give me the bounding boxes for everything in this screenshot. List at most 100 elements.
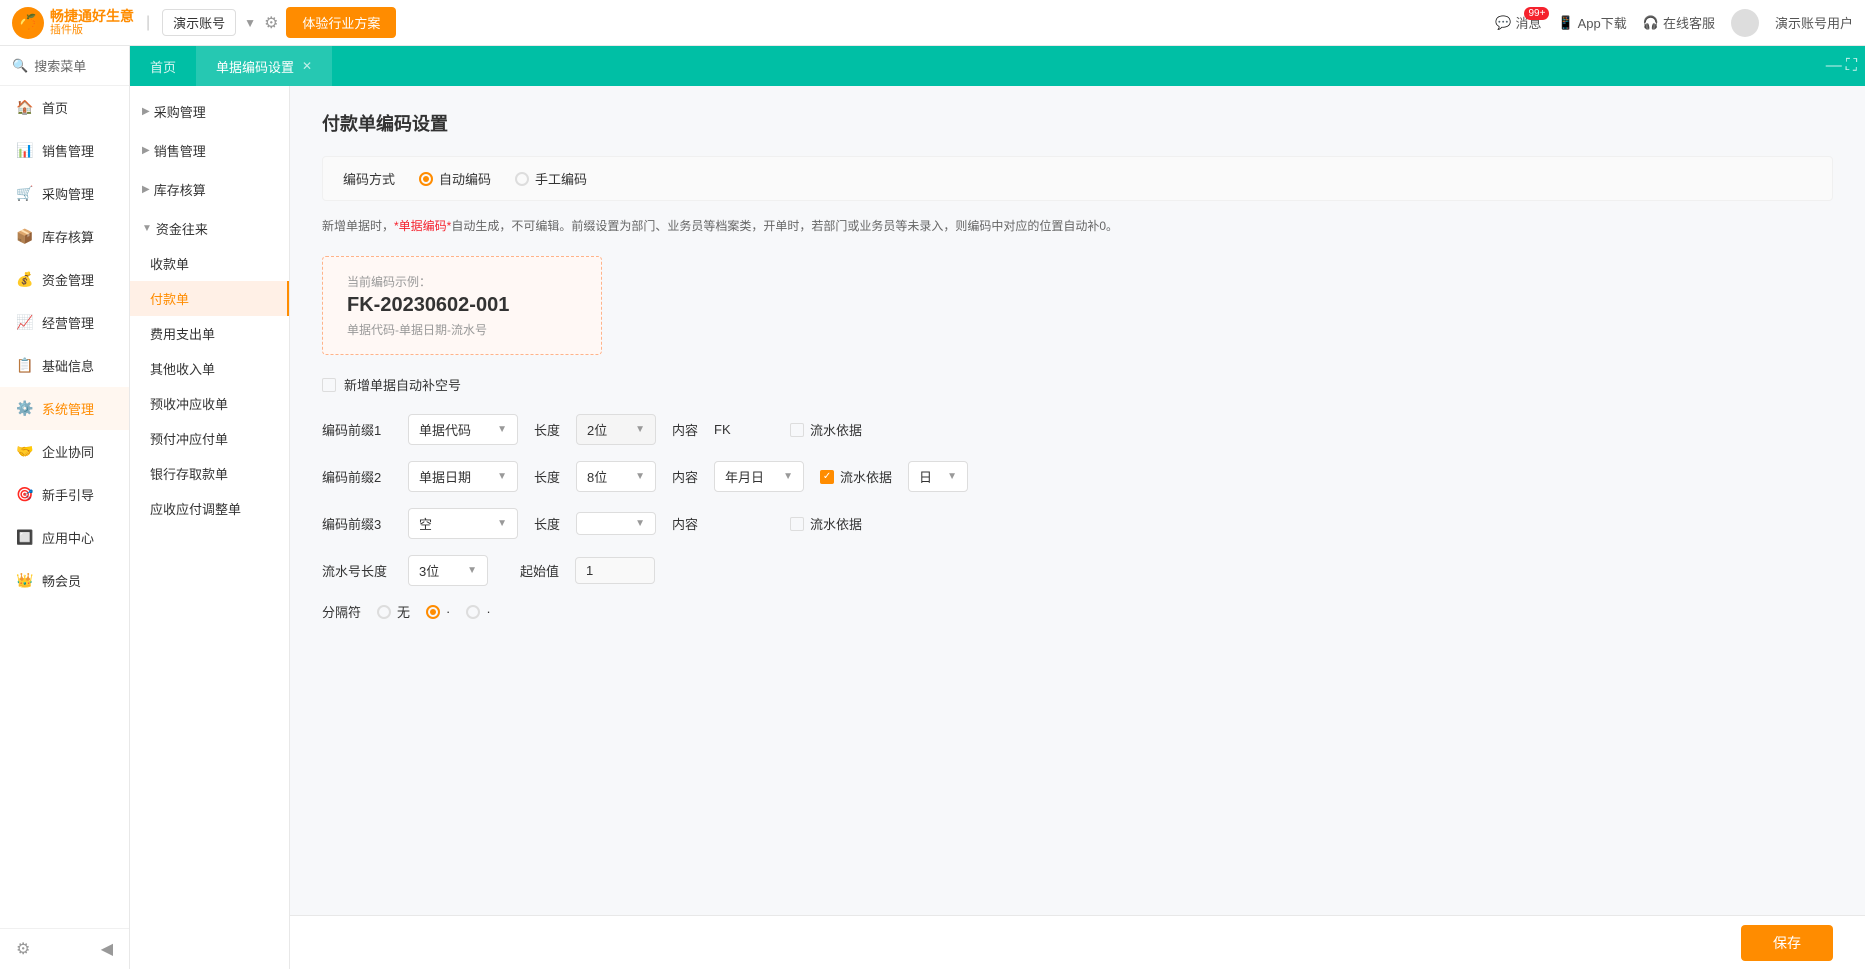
service-icon: 🎧: [1643, 15, 1659, 31]
sidebar-item-sales[interactable]: 📊 销售管理: [0, 129, 129, 172]
logo-text: 畅捷通好生意 插件版: [50, 8, 134, 38]
submenu: ▶ 采购管理 ▶ 销售管理 ▶ 库存核算: [130, 86, 290, 969]
prefix1-select[interactable]: 单据代码 ▼: [408, 414, 518, 445]
encoding-method-row: 编码方式 自动编码 手工编码: [322, 156, 1833, 201]
stream1-label: 流水依据: [810, 420, 862, 439]
separator-label: 分隔符: [322, 602, 361, 621]
tab-home[interactable]: 首页: [130, 46, 196, 86]
submenu-item-prepay-payable[interactable]: 预付冲应付单: [130, 421, 289, 456]
search-label: 搜索菜单: [34, 56, 86, 75]
sidebar-item-member[interactable]: 👑 畅会员: [0, 559, 129, 602]
separator-dash-radio[interactable]: [466, 605, 480, 619]
online-service-item[interactable]: 🎧 在线客服: [1643, 13, 1715, 32]
search-menu[interactable]: 🔍 搜索菜单: [0, 46, 129, 86]
manual-encode-radio[interactable]: [515, 172, 529, 186]
sidebar-item-app[interactable]: 🔲 应用中心: [0, 516, 129, 559]
logo-sub: 插件版: [50, 24, 134, 37]
sidebar-item-collab[interactable]: 🤝 企业协同: [0, 430, 129, 473]
content2-value: 年月日: [725, 467, 764, 486]
logo: 🍊 畅捷通好生意 插件版: [12, 7, 134, 39]
prefix2-select[interactable]: 单据日期 ▼: [408, 461, 518, 492]
separator-none-radio[interactable]: [377, 605, 391, 619]
tab-encoding-settings[interactable]: 单据编码设置 ✕: [196, 46, 332, 86]
manual-encode-option[interactable]: 手工编码: [515, 169, 587, 188]
settings-icon[interactable]: ⚙: [264, 13, 278, 33]
logo-icon: 🍊: [12, 7, 44, 39]
tab-close-icon[interactable]: ✕: [302, 59, 312, 73]
sidebar-item-home[interactable]: 🏠 首页: [0, 86, 129, 129]
content1-label: 内容: [672, 420, 698, 439]
length2-select[interactable]: 8位 ▼: [576, 461, 656, 492]
length3-select[interactable]: ▼: [576, 512, 656, 535]
sidebar-item-business[interactable]: 📈 经营管理: [0, 301, 129, 344]
submenu-item-receipt[interactable]: 收款单: [130, 246, 289, 281]
serial-length-select[interactable]: 3位 ▼: [408, 555, 488, 586]
tab-encoding-label: 单据编码设置: [216, 57, 294, 76]
stream3-checkbox[interactable]: [790, 517, 804, 531]
sidebar-nav: 🏠 首页 📊 销售管理 🛒 采购管理 📦 库存核算 💰 资金管理 📈 经: [0, 86, 129, 928]
stream2-period-select[interactable]: 日 ▼: [908, 461, 968, 492]
dropdown-arrow-icon[interactable]: ▼: [244, 16, 256, 30]
sidebar-item-inventory[interactable]: 📦 库存核算: [0, 215, 129, 258]
submenu-item-bank[interactable]: 银行存取款单: [130, 456, 289, 491]
sidebar-settings-icon[interactable]: ⚙: [16, 939, 30, 959]
tab-expand-icon[interactable]: ⛶: [1846, 57, 1857, 75]
submenu-item-adjust[interactable]: 应收应付调整单: [130, 491, 289, 526]
avatar[interactable]: [1731, 9, 1759, 37]
auto-encode-radio[interactable]: [419, 172, 433, 186]
logo-main: 畅捷通好生意: [50, 8, 134, 25]
sidebar-item-finance[interactable]: 💰 资金管理: [0, 258, 129, 301]
sidebar-item-label: 经营管理: [42, 313, 94, 332]
submenu-item-other-income[interactable]: 其他收入单: [130, 351, 289, 386]
auto-fill-checkbox[interactable]: [322, 378, 336, 392]
submenu-item-expense[interactable]: 费用支出单: [130, 316, 289, 351]
prefix3-select[interactable]: 空 ▼: [408, 508, 518, 539]
length3-label: 长度: [534, 514, 560, 533]
separator-dot[interactable]: ·: [426, 604, 450, 619]
sidebar-item-label: 采购管理: [42, 184, 94, 203]
content3-label: 内容: [672, 514, 698, 533]
topbar-right: 💬 消息 99+ 📱 App下载 🎧 在线客服 演示账号用户: [1495, 9, 1853, 37]
industry-button[interactable]: 体验行业方案: [286, 7, 396, 38]
sidebar-collapse-icon[interactable]: ◀: [101, 939, 113, 959]
sidebar-item-basic[interactable]: 📋 基础信息: [0, 344, 129, 387]
info-text: 新增单据时，*单据编码*自动生成，不可编辑。前缀设置为部门、业务员等档案类，开单…: [322, 217, 1833, 236]
stream1-checkbox[interactable]: [790, 423, 804, 437]
sidebar-item-label: 库存核算: [42, 227, 94, 246]
sidebar-item-label: 应用中心: [42, 528, 94, 547]
separator-dash[interactable]: ·: [466, 604, 490, 619]
tab-minimize-icon[interactable]: —: [1826, 57, 1842, 75]
sidebar-item-guide[interactable]: 🎯 新手引导: [0, 473, 129, 516]
start-value-label: 起始值: [520, 561, 559, 580]
stream1-checkbox-row: 流水依据: [790, 420, 862, 439]
message-item[interactable]: 💬 消息 99+: [1495, 13, 1541, 32]
sidebar-item-label: 首页: [42, 98, 68, 117]
submenu-item-prepay-receivable[interactable]: 预收冲应收单: [130, 386, 289, 421]
sidebar-item-label: 企业协同: [42, 442, 94, 461]
submenu-group-fund-title[interactable]: ▼ 资金往来: [130, 211, 289, 246]
save-button[interactable]: 保存: [1741, 925, 1833, 961]
message-icon: 💬: [1495, 15, 1511, 31]
app-label: App下载: [1578, 13, 1627, 32]
submenu-group-purchase-title[interactable]: ▶ 采购管理: [130, 94, 289, 129]
submenu-group-label: 库存核算: [154, 180, 206, 199]
start-value-input[interactable]: [575, 557, 655, 584]
app-download-item[interactable]: 📱 App下载: [1557, 13, 1626, 32]
tab-home-label: 首页: [150, 57, 176, 76]
separator-none[interactable]: 无: [377, 602, 410, 621]
submenu-item-payment[interactable]: 付款单: [130, 281, 289, 316]
separator-dot-radio[interactable]: [426, 605, 440, 619]
submenu-group-sales-title[interactable]: ▶ 销售管理: [130, 133, 289, 168]
sidebar-item-purchase[interactable]: 🛒 采购管理: [0, 172, 129, 215]
sidebar-item-system[interactable]: ⚙️ 系统管理: [0, 387, 129, 430]
company-name[interactable]: 演示账号: [162, 9, 236, 36]
prefix1-label: 编码前缀1: [322, 420, 392, 439]
length2-value: 8位: [587, 467, 607, 486]
length1-select[interactable]: 2位 ▼: [576, 414, 656, 445]
prefix1-dropdown-icon: ▼: [497, 424, 507, 435]
auto-encode-option[interactable]: 自动编码: [419, 169, 491, 188]
content2-select[interactable]: 年月日 ▼: [714, 461, 804, 492]
stream2-checkbox[interactable]: ✓: [820, 470, 834, 484]
prefix-row-3: 编码前缀3 空 ▼ 长度 ▼ 内容: [322, 508, 1833, 539]
submenu-group-stock-title[interactable]: ▶ 库存核算: [130, 172, 289, 207]
